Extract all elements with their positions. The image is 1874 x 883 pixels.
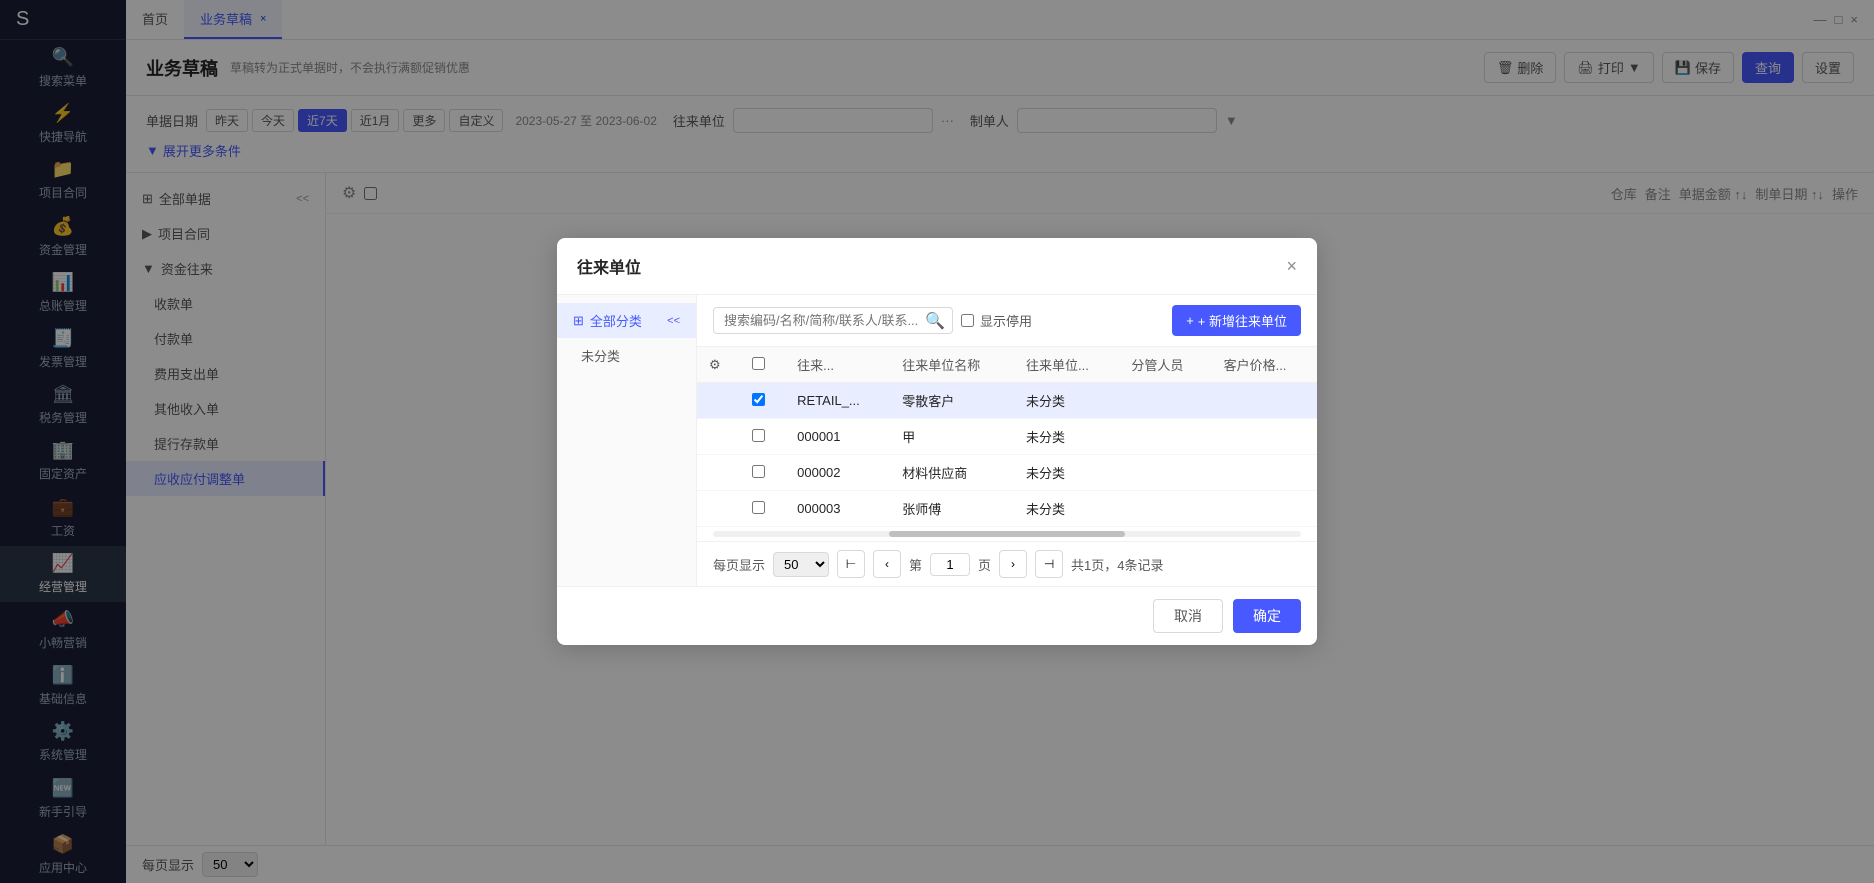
row-price <box>1212 419 1317 455</box>
modal-close-btn[interactable]: × <box>1286 256 1297 277</box>
show-disabled-label[interactable]: 显示停用 <box>961 311 1032 330</box>
row-code: 000003 <box>785 491 890 527</box>
modal-main-content: 🔍 显示停用 + + 新增往来单位 <box>697 295 1317 586</box>
row-category: 未分类 <box>1014 491 1119 527</box>
page-suffix: 页 <box>978 555 991 574</box>
pagination: 每页显示 50 100 ⊢ ‹ 第 页 › ⊣ 共 <box>713 550 1164 578</box>
table-row[interactable]: 000002 材料供应商 未分类 <box>697 455 1317 491</box>
total-text: 共1页，4条记录 <box>1071 555 1163 574</box>
col-category: 往来单位... <box>1014 347 1119 383</box>
row-checkbox[interactable] <box>740 419 785 455</box>
row-price <box>1212 491 1317 527</box>
col-code: 往来... <box>785 347 890 383</box>
row-manager <box>1119 383 1211 419</box>
search-icon: 🔍 <box>925 311 945 331</box>
row-category: 未分类 <box>1014 419 1119 455</box>
modal-header: 往来单位 × <box>557 238 1317 295</box>
modal-search-area: 🔍 显示停用 <box>713 307 1032 334</box>
modal-body: ⊞ 全部分类 << 未分类 🔍 <box>557 295 1317 586</box>
modal-title: 往来单位 <box>577 254 641 278</box>
row-price <box>1212 383 1317 419</box>
row-category: 未分类 <box>1014 455 1119 491</box>
col-checkbox[interactable] <box>740 347 785 383</box>
last-page-btn[interactable]: ⊣ <box>1035 550 1063 578</box>
first-page-btn[interactable]: ⊢ <box>837 550 865 578</box>
modal-sidebar-collapse-btn[interactable]: << <box>667 315 680 327</box>
row-checkbox[interactable] <box>740 455 785 491</box>
row-manager <box>1119 491 1211 527</box>
modal-sidebar-unclassified[interactable]: 未分类 <box>557 338 696 373</box>
row-code: RETAIL_... <box>785 383 890 419</box>
modal-sidebar: ⊞ 全部分类 << 未分类 <box>557 295 697 586</box>
scrollbar-thumb <box>889 531 1124 537</box>
plus-icon: + <box>1186 313 1194 328</box>
show-disabled-checkbox[interactable] <box>961 314 974 327</box>
modal-table: ⚙ 往来... 往来单位名称 往来单位... 分管人员 客户价格... <box>697 347 1317 527</box>
next-page-btn[interactable]: › <box>999 550 1027 578</box>
row-code: 000001 <box>785 419 890 455</box>
col-manager: 分管人员 <box>1119 347 1211 383</box>
row-price <box>1212 455 1317 491</box>
modal-overlay: 往来单位 × ⊞ 全部分类 << 未分类 <box>126 0 1874 883</box>
row-category: 未分类 <box>1014 383 1119 419</box>
modal-sidebar-all[interactable]: ⊞ 全部分类 << <box>557 303 696 338</box>
row-name: 张师傅 <box>890 491 1014 527</box>
cancel-button[interactable]: 取消 <box>1153 599 1223 633</box>
col-price: 客户价格... <box>1212 347 1317 383</box>
col-name: 往来单位名称 <box>890 347 1014 383</box>
partner-search-input[interactable] <box>713 307 953 334</box>
row-name: 零散客户 <box>890 383 1014 419</box>
row-settings <box>697 419 740 455</box>
partner-modal: 往来单位 × ⊞ 全部分类 << 未分类 <box>557 238 1317 645</box>
modal-toolbar: 🔍 显示停用 + + 新增往来单位 <box>697 295 1317 347</box>
row-checkbox[interactable] <box>740 383 785 419</box>
row-manager <box>1119 419 1211 455</box>
row-name: 甲 <box>890 419 1014 455</box>
table-row[interactable]: 000003 张师傅 未分类 <box>697 491 1317 527</box>
row-code: 000002 <box>785 455 890 491</box>
modal-footer-pagination: 每页显示 50 100 ⊢ ‹ 第 页 › ⊣ 共 <box>697 541 1317 586</box>
add-partner-button[interactable]: + + 新增往来单位 <box>1172 305 1301 336</box>
modal-actions: 取消 确定 <box>557 586 1317 645</box>
page-prefix: 第 <box>909 555 922 574</box>
row-settings <box>697 383 740 419</box>
row-name: 材料供应商 <box>890 455 1014 491</box>
horizontal-scrollbar[interactable] <box>713 531 1301 537</box>
modal-select-all[interactable] <box>752 357 765 370</box>
row-settings <box>697 491 740 527</box>
col-settings[interactable]: ⚙ <box>697 347 740 383</box>
row-settings <box>697 455 740 491</box>
confirm-button[interactable]: 确定 <box>1233 599 1301 633</box>
per-page-label: 每页显示 <box>713 555 765 574</box>
row-manager <box>1119 455 1211 491</box>
table-row[interactable]: 000001 甲 未分类 <box>697 419 1317 455</box>
per-page-select[interactable]: 50 100 <box>773 552 829 577</box>
prev-page-btn[interactable]: ‹ <box>873 550 901 578</box>
row-checkbox[interactable] <box>740 491 785 527</box>
main-area: 首页 业务草稿 × — □ × 业务草稿 草稿转为正式单据时，不会执行满额促销优… <box>126 0 1874 883</box>
page-number-input[interactable] <box>930 553 970 576</box>
grid-icon-modal: ⊞ <box>573 313 584 329</box>
table-row[interactable]: RETAIL_... 零散客户 未分类 <box>697 383 1317 419</box>
